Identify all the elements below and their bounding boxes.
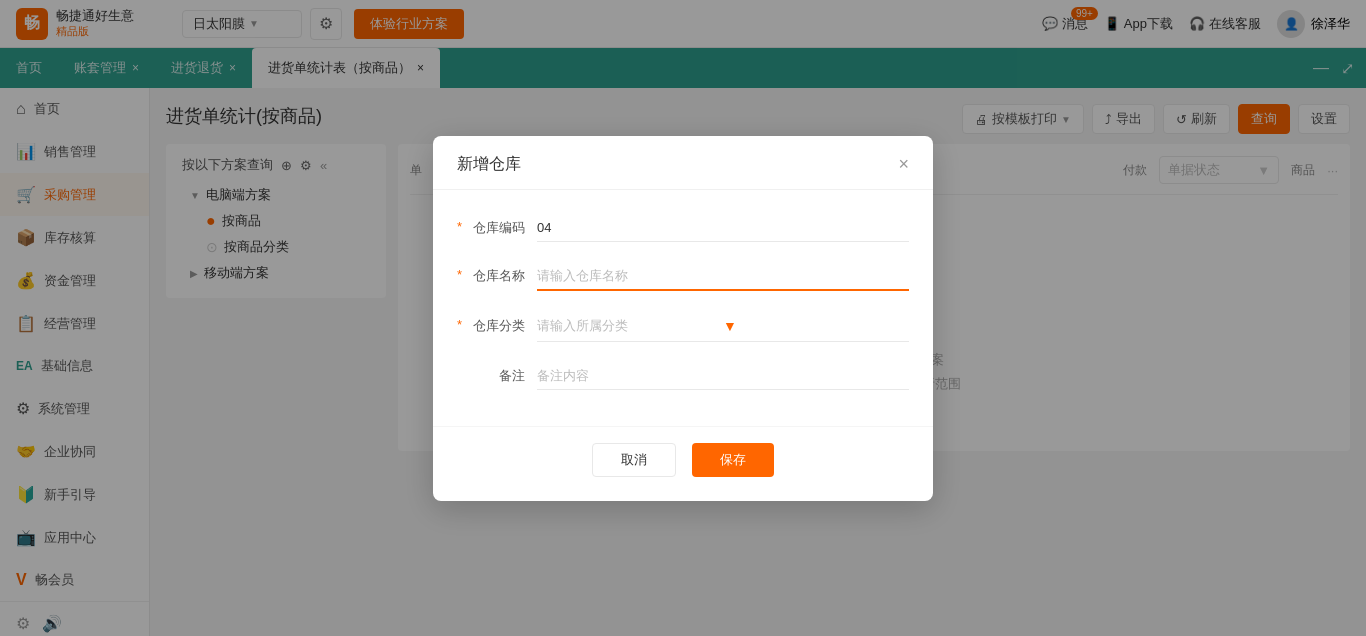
code-input[interactable] bbox=[537, 214, 909, 242]
form-row-code: 仓库编码 bbox=[457, 214, 909, 242]
modal-new-warehouse: 新增仓库 × 仓库编码 仓库名称 仓库分类 请输入所属分类 ▼ bbox=[433, 136, 933, 501]
category-select[interactable]: 请输入所属分类 ▼ bbox=[537, 311, 909, 342]
category-label: 仓库分类 bbox=[457, 317, 537, 335]
name-input[interactable] bbox=[537, 262, 909, 291]
form-row-category: 仓库分类 请输入所属分类 ▼ bbox=[457, 311, 909, 342]
name-label: 仓库名称 bbox=[457, 267, 537, 285]
modal-overlay: 新增仓库 × 仓库编码 仓库名称 仓库分类 请输入所属分类 ▼ bbox=[0, 0, 1366, 636]
note-label: 备注 bbox=[457, 367, 537, 385]
category-placeholder: 请输入所属分类 bbox=[537, 317, 723, 335]
modal-title: 新增仓库 bbox=[457, 154, 521, 175]
category-down-arrow: ▼ bbox=[723, 318, 909, 334]
modal-close-button[interactable]: × bbox=[898, 154, 909, 175]
form-row-name: 仓库名称 bbox=[457, 262, 909, 291]
cancel-button[interactable]: 取消 bbox=[592, 443, 676, 477]
modal-footer: 取消 保存 bbox=[433, 426, 933, 501]
save-button[interactable]: 保存 bbox=[692, 443, 774, 477]
code-label: 仓库编码 bbox=[457, 219, 537, 237]
note-input[interactable] bbox=[537, 362, 909, 390]
modal-header: 新增仓库 × bbox=[433, 136, 933, 190]
form-row-note: 备注 bbox=[457, 362, 909, 390]
modal-body: 仓库编码 仓库名称 仓库分类 请输入所属分类 ▼ 备注 bbox=[433, 190, 933, 426]
